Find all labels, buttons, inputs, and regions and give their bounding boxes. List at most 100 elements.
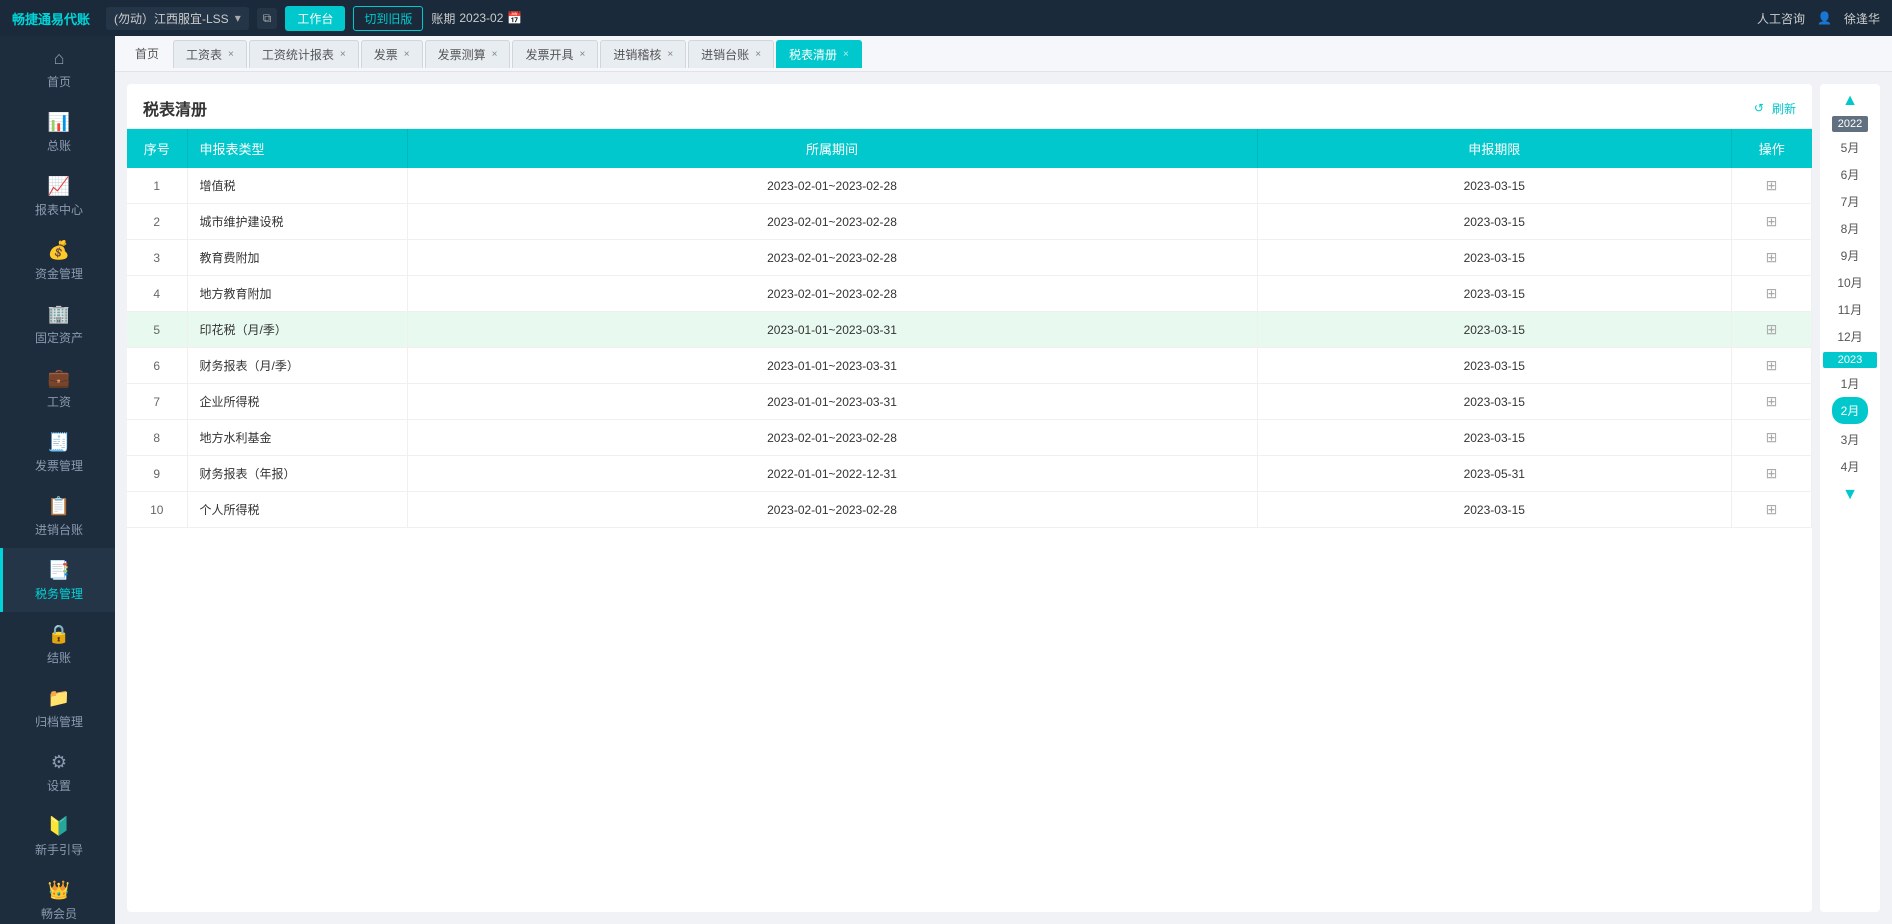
table-header-row: 序号 申报表类型 所属期间 申报期限 操作 (127, 129, 1812, 168)
cell-type: 增值税 (187, 168, 407, 204)
tab-invoice[interactable]: 发票 × (361, 40, 423, 68)
tab-invoice-open[interactable]: 发票开具 × (512, 40, 598, 68)
action-icon[interactable]: ⊞ (1766, 429, 1778, 445)
sidebar-item-tax[interactable]: 📑 税务管理 (0, 548, 115, 612)
close-tab-tax-clear[interactable]: × (843, 49, 849, 60)
cell-action[interactable]: ⊞ (1732, 492, 1812, 528)
user-name: 徐逢华 (1844, 10, 1880, 27)
cell-period: 2023-01-01~2023-03-31 (407, 384, 1257, 420)
action-icon[interactable]: ⊞ (1766, 465, 1778, 481)
cal-next-nav[interactable]: ▼ (1842, 482, 1858, 508)
cal-month-4[interactable]: 4月 (1820, 453, 1880, 480)
cell-type: 城市维护建设税 (187, 204, 407, 240)
tab-home-label: 首页 (135, 45, 159, 62)
sidebar-item-settings[interactable]: ⚙ 设置 (0, 740, 115, 804)
table-row: 2 城市维护建设税 2023-02-01~2023-02-28 2023-03-… (127, 204, 1812, 240)
action-icon[interactable]: ⊞ (1766, 393, 1778, 409)
close-accounts-icon: 🔒 (48, 624, 70, 645)
close-tab-purchase-ledger[interactable]: × (755, 49, 761, 60)
table-row: 8 地方水利基金 2023-02-01~2023-02-28 2023-03-1… (127, 420, 1812, 456)
workbench-button[interactable]: 工作台 (285, 6, 345, 31)
cell-deadline: 2023-03-15 (1257, 276, 1731, 312)
cell-type: 企业所得税 (187, 384, 407, 420)
sidebar-item-label: 归档管理 (35, 713, 83, 730)
cell-period: 2023-02-01~2023-02-28 (407, 240, 1257, 276)
action-icon[interactable]: ⊞ (1766, 357, 1778, 373)
cal-month-9[interactable]: 9月 (1820, 242, 1880, 269)
cell-action[interactable]: ⊞ (1732, 456, 1812, 492)
tab-salary-stat[interactable]: 工资统计报表 × (249, 40, 359, 68)
sidebar-item-fixed[interactable]: 🏢 固定资产 (0, 292, 115, 356)
cell-action[interactable]: ⊞ (1732, 348, 1812, 384)
cell-period: 2023-02-01~2023-02-28 (407, 420, 1257, 456)
tab-purchase-ledger-label: 进销台账 (701, 46, 749, 63)
sidebar-item-archive[interactable]: 📁 归档管理 (0, 676, 115, 740)
reconcile-icon: 📋 (48, 496, 70, 517)
action-icon[interactable]: ⊞ (1766, 177, 1778, 193)
col-type: 申报表类型 (187, 129, 407, 168)
close-tab-salary-stat[interactable]: × (340, 49, 346, 60)
copy-button[interactable]: ⧉ (257, 8, 278, 29)
sidebar-item-label: 畅会员 (41, 905, 77, 922)
action-icon[interactable]: ⊞ (1766, 285, 1778, 301)
sidebar-item-report[interactable]: 📈 报表中心 (0, 164, 115, 228)
switch-old-button[interactable]: 切到旧版 (353, 6, 423, 31)
cal-month-6[interactable]: 6月 (1820, 161, 1880, 188)
cell-action[interactable]: ⊞ (1732, 384, 1812, 420)
close-tab-purchase-check[interactable]: × (667, 49, 673, 60)
cal-month-1[interactable]: 1月 (1820, 370, 1880, 397)
close-tab-invoice-open[interactable]: × (579, 49, 585, 60)
cal-month-12[interactable]: 12月 (1820, 323, 1880, 350)
cell-action[interactable]: ⊞ (1732, 204, 1812, 240)
tab-purchase-check[interactable]: 进销稽核 × (600, 40, 686, 68)
company-name: (勿动）江西服宜-LSS (114, 10, 229, 27)
sidebar-item-fund[interactable]: 💰 资金管理 (0, 228, 115, 292)
action-icon[interactable]: ⊞ (1766, 249, 1778, 265)
cell-seq: 4 (127, 276, 187, 312)
sidebar-item-close[interactable]: 🔒 结账 (0, 612, 115, 676)
cal-prev-nav[interactable]: ▲ (1842, 88, 1858, 114)
sidebar-item-salary[interactable]: 💼 工资 (0, 356, 115, 420)
cell-type: 个人所得税 (187, 492, 407, 528)
tab-purchase-ledger[interactable]: 进销台账 × (688, 40, 774, 68)
cal-year-2023-active: 2023 (1823, 352, 1877, 368)
table-row: 10 个人所得税 2023-02-01~2023-02-28 2023-03-1… (127, 492, 1812, 528)
cal-month-3[interactable]: 3月 (1820, 426, 1880, 453)
close-tab-invoice[interactable]: × (404, 49, 410, 60)
cal-month-11[interactable]: 11月 (1820, 296, 1880, 323)
action-icon[interactable]: ⊞ (1766, 501, 1778, 517)
sidebar-item-label: 进销台账 (35, 521, 83, 538)
sidebar-item-member[interactable]: 👑 畅会员 (0, 868, 115, 924)
cal-month-5[interactable]: 5月 (1820, 134, 1880, 161)
tab-home[interactable]: 首页 (123, 40, 171, 68)
close-tab-salary[interactable]: × (228, 49, 234, 60)
cell-action[interactable]: ⊞ (1732, 312, 1812, 348)
cal-month-2-active[interactable]: 2月 (1832, 397, 1868, 424)
tab-salary[interactable]: 工资表 × (173, 40, 247, 68)
sidebar-item-label: 总账 (47, 137, 71, 154)
close-tab-invoice-calc[interactable]: × (492, 49, 498, 60)
cal-month-8[interactable]: 8月 (1820, 215, 1880, 242)
sidebar-item-ledger[interactable]: 📊 总账 (0, 100, 115, 164)
refresh-button[interactable]: ↺ 刷新 (1754, 100, 1796, 117)
cal-month-7[interactable]: 7月 (1820, 188, 1880, 215)
sidebar-item-invoice[interactable]: 🧾 发票管理 (0, 420, 115, 484)
sidebar-item-guide[interactable]: 🔰 新手引导 (0, 804, 115, 868)
support-label[interactable]: 人工咨询 (1757, 10, 1805, 27)
action-icon[interactable]: ⊞ (1766, 213, 1778, 229)
table-row: 5 印花税（月/季） 2023-01-01~2023-03-31 2023-03… (127, 312, 1812, 348)
company-selector[interactable]: (勿动）江西服宜-LSS ▾ (106, 7, 249, 30)
cal-month-10[interactable]: 10月 (1820, 269, 1880, 296)
sidebar-item-reconcile[interactable]: 📋 进销台账 (0, 484, 115, 548)
action-icon[interactable]: ⊞ (1766, 321, 1778, 337)
calendar-icon[interactable]: 📅 (507, 11, 522, 25)
cell-action[interactable]: ⊞ (1732, 420, 1812, 456)
tax-table: 序号 申报表类型 所属期间 申报期限 操作 1 增值税 2023-02-01~2… (127, 129, 1812, 528)
tab-invoice-calc[interactable]: 发票测算 × (425, 40, 511, 68)
tab-tax-clear[interactable]: 税表清册 × (776, 40, 862, 68)
cell-action[interactable]: ⊞ (1732, 276, 1812, 312)
sidebar-item-home[interactable]: ⌂ 首页 (0, 36, 115, 100)
cell-seq: 8 (127, 420, 187, 456)
cell-action[interactable]: ⊞ (1732, 240, 1812, 276)
cell-action[interactable]: ⊞ (1732, 168, 1812, 204)
